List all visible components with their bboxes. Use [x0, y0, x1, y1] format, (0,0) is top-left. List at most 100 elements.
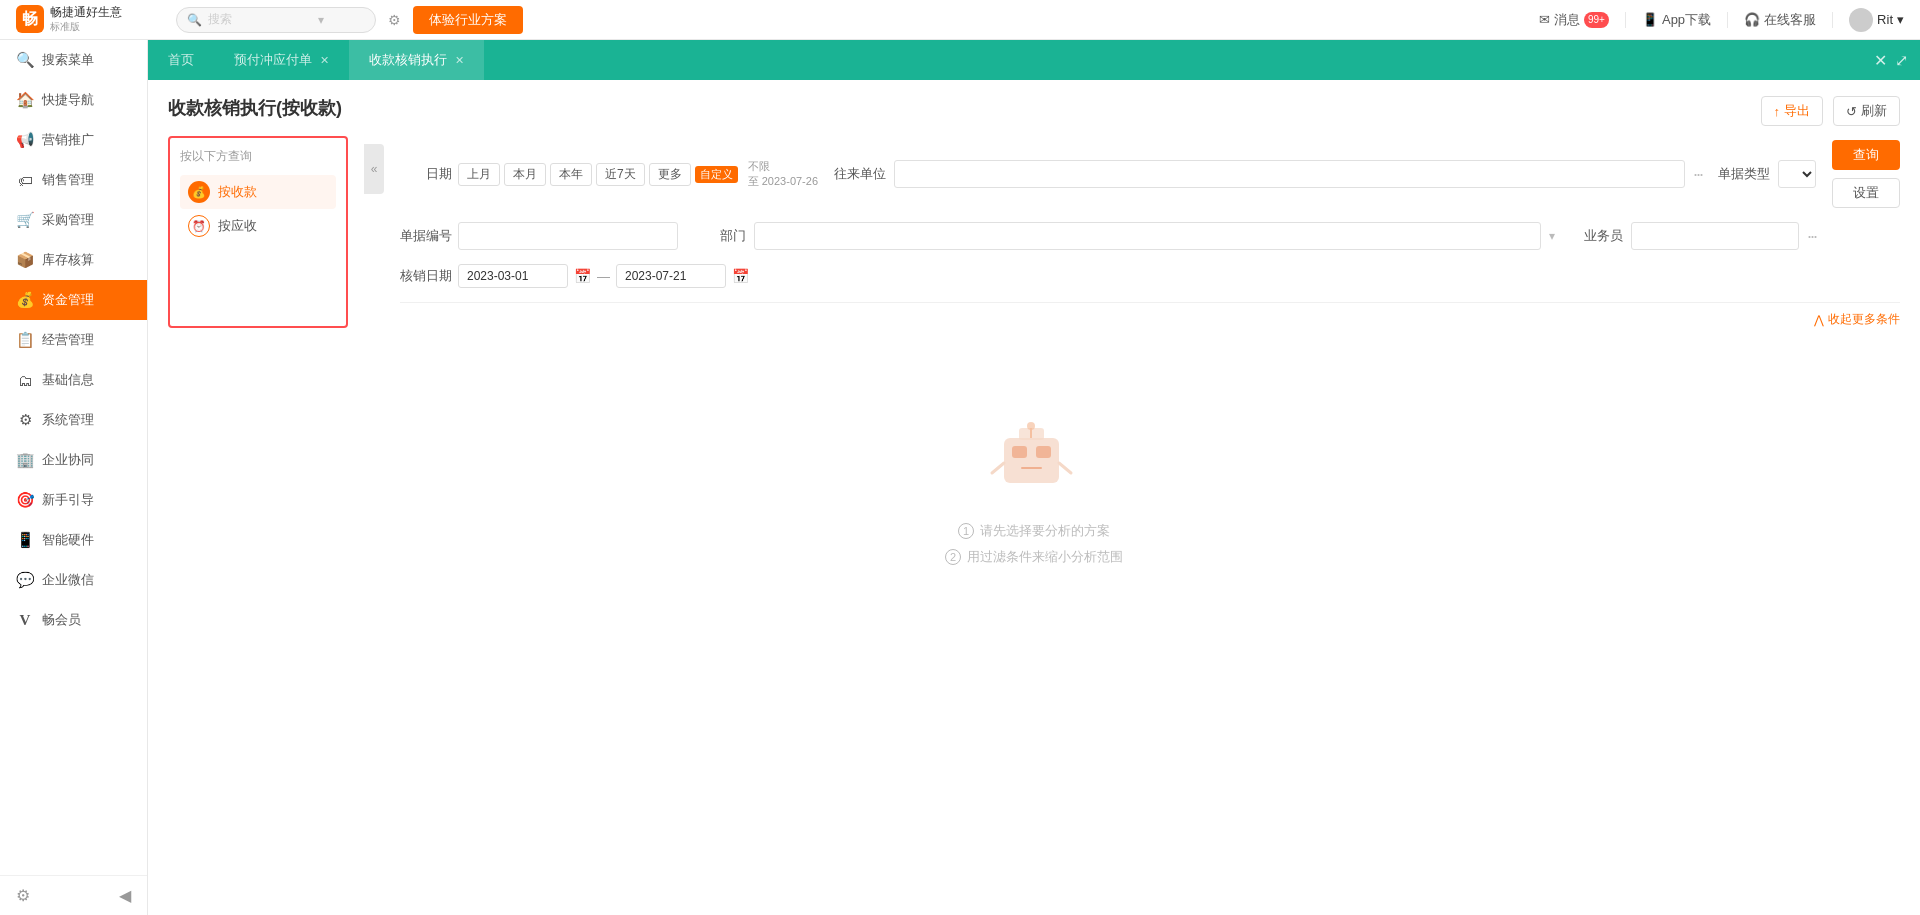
writeoff-start-calendar-icon[interactable]: 📅 [574, 268, 591, 284]
filter-form: 日期 上月 本月 本年 近7天 更多 自定义 不限 至 [400, 136, 1900, 328]
sidebar-item-operation[interactable]: 📋 经营管理 [0, 320, 147, 360]
staff-cell: 业务员 ··· [1571, 222, 1816, 250]
writeoff-end-input[interactable] [616, 264, 726, 288]
voucher-no-cell: 单据编号 [400, 222, 678, 250]
filter-by-receipt[interactable]: 💰 按收款 [180, 175, 336, 209]
date-btn-last-month[interactable]: 上月 [458, 163, 500, 186]
sidebar-item-wechat[interactable]: 💬 企业微信 [0, 560, 147, 600]
prepay-tab-close[interactable]: ✕ [320, 54, 329, 67]
collection-tab-close[interactable]: ✕ [455, 54, 464, 67]
voucher-no-label: 单据编号 [400, 227, 452, 245]
query-button[interactable]: 查询 [1832, 140, 1900, 170]
svg-rect-2 [1036, 446, 1051, 458]
search-menu-icon: 🔍 [16, 51, 34, 69]
dept-input[interactable] [754, 222, 1541, 250]
mobile-icon: 📱 [1642, 12, 1658, 27]
tab-home[interactable]: 首页 [148, 40, 214, 80]
industry-btn[interactable]: 体验行业方案 [413, 6, 523, 34]
empty-tip-2-text: 用过滤条件来缩小分析范围 [967, 548, 1123, 566]
page-title: 收款核销执行(按收款) [168, 96, 1900, 120]
refresh-button[interactable]: ↺ 刷新 [1833, 96, 1900, 126]
inventory-icon: 📦 [16, 251, 34, 269]
receipt-option-label: 按收款 [218, 183, 257, 201]
user-area[interactable]: Rit ▾ [1849, 8, 1904, 32]
sidebar-label-purchase: 采购管理 [42, 211, 94, 229]
sidebar-label-wechat: 企业微信 [42, 571, 94, 589]
sidebar-item-enterprise[interactable]: 🏢 企业协同 [0, 440, 147, 480]
staff-dots[interactable]: ··· [1807, 227, 1816, 245]
sidebar-item-quick-nav[interactable]: 🏠 快捷导航 [0, 80, 147, 120]
collapse-more-label: 收起更多条件 [1828, 311, 1900, 328]
online-service-label: 在线客服 [1764, 11, 1816, 29]
date-to-text: 至 2023-07-26 [748, 174, 818, 189]
sidebar-item-inventory[interactable]: 📦 库存核算 [0, 240, 147, 280]
collapse-sidebar-icon[interactable]: ◀ [119, 886, 131, 905]
basic-info-icon: 🗂 [16, 372, 34, 389]
writeoff-end-calendar-icon[interactable]: 📅 [732, 268, 749, 284]
date-btn-this-month[interactable]: 本月 [504, 163, 546, 186]
dept-arrow-icon[interactable]: ▾ [1549, 229, 1555, 243]
filter-section: 按以下方查询 💰 按收款 ⏰ 按应收 « [168, 136, 1900, 328]
date-label: 日期 [400, 165, 452, 183]
sidebar-label-smart-hw: 智能硬件 [42, 531, 94, 549]
sidebar-item-search-menu[interactable]: 🔍 搜索菜单 [0, 40, 147, 80]
tab-collection[interactable]: 收款核销执行 ✕ [349, 40, 484, 80]
sidebar-item-smart-hw[interactable]: 📱 智能硬件 [0, 520, 147, 560]
close-window-icon[interactable]: ✕ [1874, 51, 1887, 70]
app-name: 畅捷通好生意 [50, 5, 122, 19]
settings-bottom-icon[interactable]: ⚙ [16, 886, 30, 905]
settings-button[interactable]: 设置 [1832, 178, 1900, 208]
filter-left-panel: 按以下方查询 💰 按收款 ⏰ 按应收 [168, 136, 348, 328]
sidebar-item-marketing[interactable]: 📢 营销推广 [0, 120, 147, 160]
sales-icon: 🏷 [16, 172, 34, 189]
export-button[interactable]: ↑ 导出 [1761, 96, 1824, 126]
top-bar-right: ✉ 消息 99+ 📱 App下载 🎧 在线客服 Rit ▾ [1539, 8, 1904, 32]
partner-dots[interactable]: ··· [1693, 165, 1702, 183]
date-btn-more[interactable]: 更多 [649, 163, 691, 186]
voucher-no-input[interactable] [458, 222, 678, 250]
tip-num-2: 2 [945, 549, 961, 565]
date-btn-this-year[interactable]: 本年 [550, 163, 592, 186]
staff-label: 业务员 [1571, 227, 1623, 245]
writeoff-date-cell: 核销日期 📅 — 📅 [400, 264, 749, 288]
gear-icon[interactable]: ⚙ [388, 12, 401, 28]
sidebar-item-basic-info[interactable]: 🗂 基础信息 [0, 360, 147, 400]
collection-tab-label: 收款核销执行 [369, 51, 447, 69]
search-bar[interactable]: 🔍 搜索 ▾ [176, 7, 376, 33]
expand-window-icon[interactable]: ⤢ [1895, 51, 1908, 70]
voucher-type-cell: 单据类型 [1718, 160, 1816, 188]
export-icon: ↑ [1774, 104, 1781, 119]
app-download-btn[interactable]: 📱 App下载 [1642, 11, 1711, 29]
tab-prepay[interactable]: 预付冲应付单 ✕ [214, 40, 349, 80]
receivable-option-label: 按应收 [218, 217, 257, 235]
staff-input[interactable] [1631, 222, 1799, 250]
sidebar-item-finance[interactable]: 💰 资金管理 [0, 280, 147, 320]
empty-tip-1: 1 请先选择要分析的方案 [958, 522, 1110, 540]
sidebar-label-system: 系统管理 [42, 411, 94, 429]
partner-input[interactable] [894, 160, 1685, 188]
dept-cell: 部门 ▾ [694, 222, 1555, 250]
divider [1625, 12, 1626, 28]
sidebar-item-system[interactable]: ⚙ 系统管理 [0, 400, 147, 440]
sidebar-item-purchase[interactable]: 🛒 采购管理 [0, 200, 147, 240]
filter-row-2: 单据编号 部门 ▾ 业务员 ··· [400, 222, 1900, 250]
writeoff-start-input[interactable] [458, 264, 568, 288]
filter-by-receivable[interactable]: ⏰ 按应收 [180, 209, 336, 243]
online-service-btn[interactable]: 🎧 在线客服 [1744, 11, 1816, 29]
message-btn[interactable]: ✉ 消息 99+ [1539, 11, 1609, 29]
filter-row-1: 日期 上月 本月 本年 近7天 更多 自定义 不限 至 [400, 140, 1900, 208]
user-chevron-icon: ▾ [1897, 12, 1904, 27]
voucher-type-select[interactable] [1778, 160, 1816, 188]
date-btn-7days[interactable]: 近7天 [596, 163, 645, 186]
sidebar-item-guide[interactable]: 🎯 新手引导 [0, 480, 147, 520]
sidebar-item-member[interactable]: V 畅会员 [0, 600, 147, 640]
sidebar-label-marketing: 营销推广 [42, 131, 94, 149]
sidebar: 🔍 搜索菜单 🏠 快捷导航 📢 营销推广 🏷 销售管理 🛒 采购管理 📦 库存核… [0, 40, 148, 915]
collapse-more-btn[interactable]: ⋀ 收起更多条件 [1814, 311, 1900, 328]
sidebar-item-sales[interactable]: 🏷 销售管理 [0, 160, 147, 200]
svg-rect-1 [1012, 446, 1027, 458]
date-custom-badge: 自定义 [695, 166, 738, 183]
sidebar-label-finance: 资金管理 [42, 291, 94, 309]
receipt-option-icon: 💰 [188, 181, 210, 203]
collapse-filter-btn[interactable]: « [364, 144, 384, 194]
